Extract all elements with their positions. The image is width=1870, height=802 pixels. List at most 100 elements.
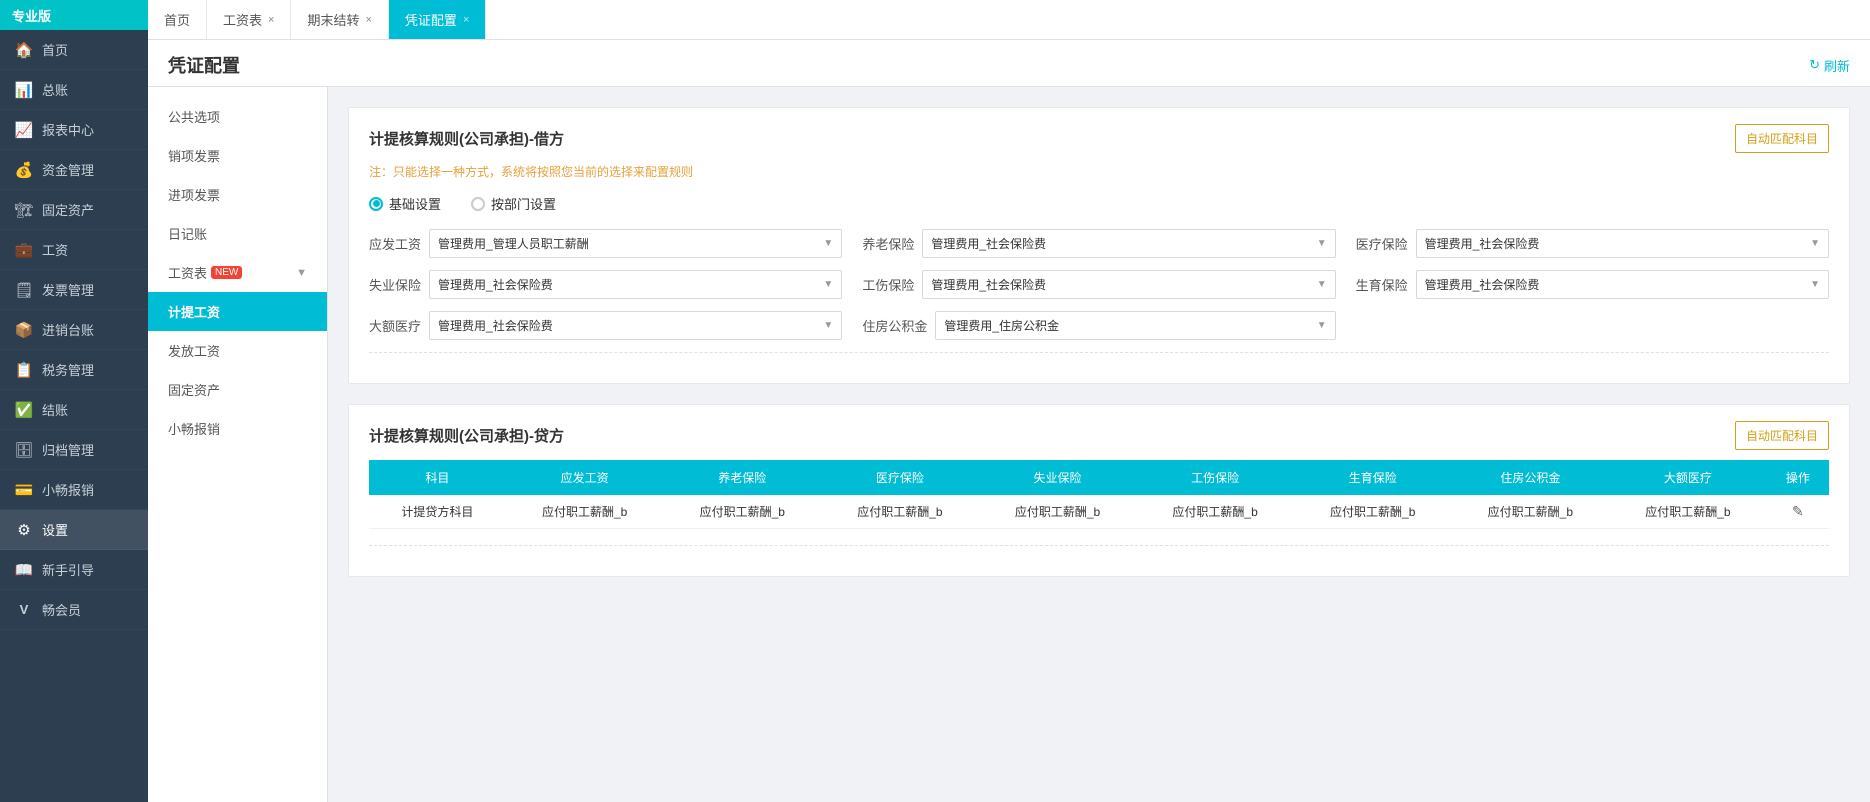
sidebar-item-general-ledger[interactable]: 📊 总账: [0, 70, 148, 110]
select-yanglao[interactable]: 管理费用_社会保险费 ▼: [922, 229, 1335, 258]
select-yanglao-arrow: ▼: [1317, 238, 1327, 249]
credit-table: 科目 应发工资 养老保险 医疗保险 失业保险 工伤保险 生育保险 住房公积金 大…: [369, 460, 1829, 529]
td-dae: 应付职工薪酬_b: [1609, 495, 1767, 529]
left-menu-pay-salary[interactable]: 发放工资: [148, 331, 327, 370]
settings-icon: ⚙: [14, 521, 34, 539]
section-debit: 计提核算规则(公司承担)-借方 自动匹配科目 注：只能选择一种方式，系统将按照您…: [348, 107, 1850, 384]
td-shengyu: 应付职工薪酬_b: [1294, 495, 1452, 529]
sidebar-item-purchase-sales[interactable]: 📦 进销台账: [0, 310, 148, 350]
td-shiye: 应付职工薪酬_b: [979, 495, 1137, 529]
section-credit-title: 计提核算规则(公司承担)-贷方: [369, 425, 564, 446]
fund-icon: 💰: [14, 161, 34, 179]
auto-match-debit-button[interactable]: 自动匹配科目: [1735, 124, 1829, 153]
table-row: 计提贷方科目 应付职工薪酬_b 应付职工薪酬_b 应付职工薪酬_b 应付职工薪酬…: [369, 495, 1829, 529]
th-subject: 科目: [369, 460, 506, 495]
content-area: 公共选项 销项发票 进项发票 日记账 工资表 NEW ▼ 计提工资 发放工资: [148, 87, 1870, 802]
tab-payroll[interactable]: 工资表 ×: [207, 0, 291, 39]
select-shiye[interactable]: 管理费用_社会保险费 ▼: [429, 270, 842, 299]
sidebar-item-fund-management[interactable]: 💰 资金管理: [0, 150, 148, 190]
th-yiliao: 医疗保险: [821, 460, 979, 495]
radio-group: 基础设置 按部门设置: [369, 194, 1829, 213]
sidebar-item-archive[interactable]: 🗄 归档管理: [0, 430, 148, 470]
select-gongshang[interactable]: 管理费用_社会保险费 ▼: [922, 270, 1335, 299]
report-icon: 📈: [14, 121, 34, 139]
app-title: 专业版: [0, 0, 148, 30]
label-gongjijin: 住房公积金: [862, 316, 927, 335]
td-action[interactable]: ✎: [1767, 495, 1829, 529]
member-icon: V: [14, 602, 34, 617]
assets-icon: 🏗: [14, 201, 34, 219]
label-gongshang: 工伤保险: [862, 275, 914, 294]
form-row-1: 应发工资 管理费用_管理人员职工薪酬 ▼ 养老保险 管理费用_社会保险费 ▼: [369, 229, 1829, 258]
select-gongjijin[interactable]: 管理费用_住房公积金 ▼: [935, 311, 1335, 340]
sidebar-item-report-center[interactable]: 📈 报表中心: [0, 110, 148, 150]
sidebar-item-xiaochang-report[interactable]: 💳 小畅报销: [0, 470, 148, 510]
td-subject: 计提贷方科目: [369, 495, 506, 529]
home-icon: 🏠: [14, 41, 34, 59]
select-shengyu[interactable]: 管理费用_社会保险费 ▼: [1416, 270, 1829, 299]
form-field-dae: 大额医疗 管理费用_社会保险费 ▼: [369, 311, 842, 340]
left-menu-xiaochang-expense[interactable]: 小畅报销: [148, 409, 327, 448]
tab-voucher-config-close[interactable]: ×: [463, 14, 469, 26]
td-yingfa: 应付职工薪酬_b: [506, 495, 664, 529]
tab-voucher-config[interactable]: 凭证配置 ×: [389, 0, 486, 39]
form-field-yiliao: 医疗保险 管理费用_社会保险费 ▼: [1356, 229, 1829, 258]
left-menu-credit-invoice[interactable]: 销项发票: [148, 136, 327, 175]
tax-icon: 📋: [14, 361, 34, 379]
sidebar-item-invoice-management[interactable]: 🗒 发票管理: [0, 270, 148, 310]
guide-icon: 📖: [14, 561, 34, 579]
label-shiye: 失业保险: [369, 275, 421, 294]
radio-basic-setup[interactable]: 基础设置: [369, 194, 441, 213]
tab-period-end[interactable]: 期末结转 ×: [291, 0, 388, 39]
sidebar-item-new-guide[interactable]: 📖 新手引导: [0, 550, 148, 590]
section-debit-notice: 注：只能选择一种方式，系统将按照您当前的选择来配置规则: [369, 163, 1829, 180]
left-menu-accrual-payroll[interactable]: 计提工资: [148, 292, 327, 331]
td-gongjijin: 应付职工薪酬_b: [1452, 495, 1610, 529]
archive-icon: 🗄: [14, 441, 34, 459]
left-menu-public-options[interactable]: 公共选项: [148, 97, 327, 136]
sidebar-item-settings[interactable]: ⚙ 设置: [0, 510, 148, 550]
select-yingfa-arrow: ▼: [823, 238, 833, 249]
left-menu: 公共选项 销项发票 进项发票 日记账 工资表 NEW ▼ 计提工资 发放工资: [148, 87, 328, 802]
left-menu-journal[interactable]: 日记账: [148, 214, 327, 253]
sidebar-item-settlement[interactable]: ✅ 结账: [0, 390, 148, 430]
label-yingfa: 应发工资: [369, 234, 421, 253]
tab-bar: 首页 工资表 × 期末结转 × 凭证配置 ×: [148, 0, 1870, 40]
sidebar-item-member[interactable]: V 畅会员: [0, 590, 148, 630]
form-field-shengyu: 生育保险 管理费用_社会保险费 ▼: [1356, 270, 1829, 299]
left-menu-debit-invoice[interactable]: 进项发票: [148, 175, 327, 214]
select-yiliao-arrow: ▼: [1810, 238, 1820, 249]
form-field-yanglao: 养老保险 管理费用_社会保险费 ▼: [862, 229, 1335, 258]
refresh-button[interactable]: ↻ 刷新: [1809, 56, 1850, 75]
form-field-yingfa: 应发工资 管理费用_管理人员职工薪酬 ▼: [369, 229, 842, 258]
select-yiliao[interactable]: 管理费用_社会保险费 ▼: [1416, 229, 1829, 258]
select-shengyu-arrow: ▼: [1810, 279, 1820, 290]
settlement-icon: ✅: [14, 401, 34, 419]
select-yingfa[interactable]: 管理费用_管理人员职工薪酬 ▼: [429, 229, 842, 258]
tab-period-end-close[interactable]: ×: [365, 14, 371, 26]
sidebar-item-home[interactable]: 🏠 首页: [0, 30, 148, 70]
sidebar-item-tax-management[interactable]: 📋 税务管理: [0, 350, 148, 390]
tab-home[interactable]: 首页: [148, 0, 207, 39]
page-title: 凭证配置: [168, 52, 240, 78]
auto-match-credit-button[interactable]: 自动匹配科目: [1735, 421, 1829, 450]
radio-dept-setup[interactable]: 按部门设置: [471, 194, 556, 213]
edit-icon[interactable]: ✎: [1792, 503, 1804, 519]
form-field-shiye: 失业保险 管理费用_社会保险费 ▼: [369, 270, 842, 299]
select-dae[interactable]: 管理费用_社会保险费 ▼: [429, 311, 842, 340]
sidebar-item-payroll[interactable]: 💼 工资: [0, 230, 148, 270]
th-yanglao: 养老保险: [663, 460, 821, 495]
left-menu-payroll-table[interactable]: 工资表 NEW ▼: [148, 253, 327, 292]
select-dae-arrow: ▼: [823, 320, 833, 331]
left-menu-fixed-assets[interactable]: 固定资产: [148, 370, 327, 409]
table-header-row: 科目 应发工资 养老保险 医疗保险 失业保险 工伤保险 生育保险 住房公积金 大…: [369, 460, 1829, 495]
th-gongjijin: 住房公积金: [1452, 460, 1610, 495]
td-yanglao: 应付职工薪酬_b: [663, 495, 821, 529]
sidebar-item-fixed-assets[interactable]: 🏗 固定资产: [0, 190, 148, 230]
form-row-3: 大额医疗 管理费用_社会保险费 ▼ 住房公积金 管理费用_住房公积金 ▼: [369, 311, 1829, 340]
refresh-icon: ↻: [1809, 57, 1820, 73]
label-yiliao: 医疗保险: [1356, 234, 1408, 253]
tab-payroll-close[interactable]: ×: [268, 14, 274, 26]
section-debit-header: 计提核算规则(公司承担)-借方 自动匹配科目: [369, 124, 1829, 153]
invoice-icon: 🗒: [14, 281, 34, 299]
